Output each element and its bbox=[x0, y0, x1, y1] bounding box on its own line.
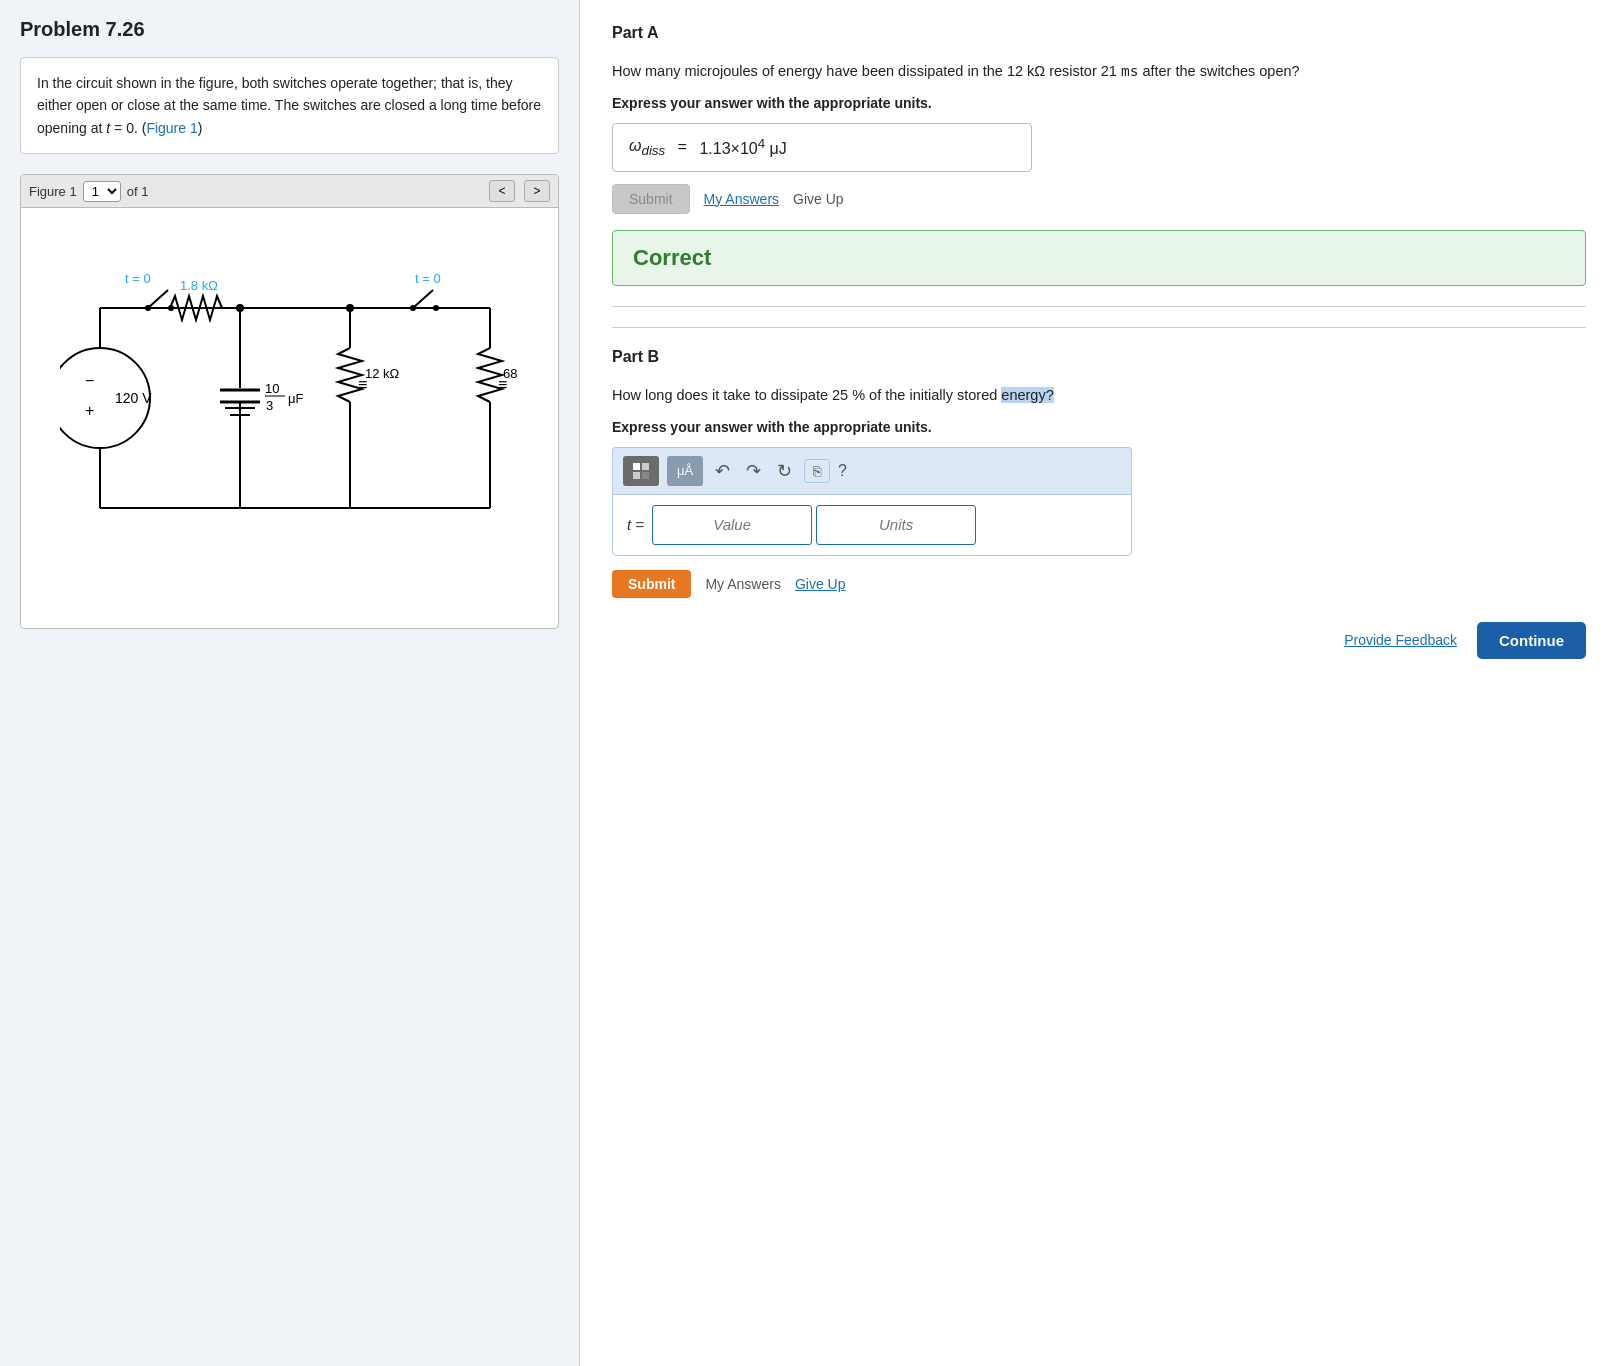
problem-description: In the circuit shown in the figure, both… bbox=[20, 57, 559, 154]
bottom-row: Provide Feedback Continue bbox=[612, 622, 1586, 659]
input-toolbar: μÅ ↶ ↷ ↻ ⎘ ? bbox=[612, 447, 1132, 494]
question-highlight: energy? bbox=[1001, 387, 1053, 403]
svg-text:1.8 kΩ: 1.8 kΩ bbox=[180, 278, 218, 293]
part-a-give-up-link[interactable]: Give Up bbox=[793, 191, 844, 207]
figure-panel: Figure 1 1 of 1 < > bbox=[20, 174, 559, 629]
svg-rect-47 bbox=[642, 472, 649, 479]
figure-label: Figure 1 bbox=[29, 184, 77, 199]
figure-prev-button[interactable]: < bbox=[489, 180, 515, 202]
part-b-header: Part B bbox=[612, 348, 1586, 370]
svg-text:120 V: 120 V bbox=[115, 390, 152, 406]
part-b-submit-button[interactable]: Submit bbox=[612, 570, 691, 598]
left-panel: Problem 7.26 In the circuit shown in the… bbox=[0, 0, 580, 1366]
svg-text:t = 0: t = 0 bbox=[415, 271, 441, 286]
part-a-instruction: Express your answer with the appropriate… bbox=[612, 95, 1586, 111]
matrix-icon-button[interactable] bbox=[623, 456, 659, 486]
refresh-button[interactable]: ↻ bbox=[773, 460, 796, 482]
mu-label: μÅ bbox=[677, 463, 693, 478]
circuit-diagram: − + 120 V 1.8 kΩ bbox=[60, 248, 520, 588]
svg-text:μF: μF bbox=[288, 391, 303, 406]
redo-button[interactable]: ↷ bbox=[742, 460, 765, 482]
svg-line-40 bbox=[413, 290, 433, 308]
part-a-actions: Submit My Answers Give Up bbox=[612, 184, 1586, 214]
keyboard-button[interactable]: ⎘ bbox=[804, 459, 830, 483]
part-b-actions: Submit My Answers Give Up bbox=[612, 570, 1586, 598]
part-b-give-up-link[interactable]: Give Up bbox=[795, 576, 846, 592]
svg-text:t = 0: t = 0 bbox=[125, 271, 151, 286]
value-input[interactable] bbox=[652, 505, 812, 545]
svg-text:≡: ≡ bbox=[498, 376, 507, 393]
answer-variable: ωdiss bbox=[629, 137, 665, 158]
figure-next-button[interactable]: > bbox=[524, 180, 550, 202]
svg-rect-44 bbox=[633, 463, 640, 470]
figure-body: − + 120 V 1.8 kΩ bbox=[21, 208, 558, 628]
t-label: t = bbox=[627, 516, 644, 533]
svg-text:−: − bbox=[85, 372, 94, 389]
figure-select[interactable]: 1 bbox=[83, 181, 121, 202]
right-panel: Part A How many microjoules of energy ha… bbox=[580, 0, 1618, 1366]
figure-header: Figure 1 1 of 1 < > bbox=[21, 175, 558, 208]
part-a-answer-box: ωdiss = 1.13×104 μJ bbox=[612, 123, 1032, 171]
part-a-section: Part A How many microjoules of energy ha… bbox=[612, 24, 1586, 286]
svg-point-16 bbox=[168, 305, 174, 311]
svg-text:+: + bbox=[85, 402, 94, 419]
svg-text:≡: ≡ bbox=[358, 376, 367, 393]
provide-feedback-link[interactable]: Provide Feedback bbox=[1344, 632, 1457, 648]
part-a-header: Part A bbox=[612, 24, 1586, 46]
answer-value: 1.13×104 μJ bbox=[699, 136, 786, 158]
keyboard-icon: ⎘ bbox=[813, 463, 821, 479]
svg-text:12 kΩ: 12 kΩ bbox=[365, 366, 400, 381]
svg-line-15 bbox=[148, 290, 168, 308]
part-b-section: Part B How long does it take to dissipat… bbox=[612, 327, 1586, 659]
description-text: In the circuit shown in the figure, both… bbox=[37, 75, 541, 136]
help-button[interactable]: ? bbox=[838, 462, 847, 480]
part-a-my-answers-link[interactable]: My Answers bbox=[704, 191, 779, 207]
correct-banner: Correct bbox=[612, 230, 1586, 286]
answer-equals: = bbox=[673, 138, 691, 156]
svg-rect-45 bbox=[642, 463, 649, 470]
divider bbox=[612, 306, 1586, 307]
units-input[interactable] bbox=[816, 505, 976, 545]
continue-button[interactable]: Continue bbox=[1477, 622, 1586, 659]
svg-text:10: 10 bbox=[265, 381, 279, 396]
part-b-instruction: Express your answer with the appropriate… bbox=[612, 419, 1586, 435]
undo-button[interactable]: ↶ bbox=[711, 460, 734, 482]
mu-button[interactable]: μÅ bbox=[667, 456, 703, 486]
figure1-link[interactable]: Figure 1 bbox=[146, 120, 197, 136]
part-a-submit-button[interactable]: Submit bbox=[612, 184, 690, 214]
part-a-question: How many microjoules of energy have been… bbox=[612, 60, 1586, 83]
part-b-my-answers-link[interactable]: My Answers bbox=[705, 576, 780, 592]
svg-rect-46 bbox=[633, 472, 640, 479]
input-fields-row: t = bbox=[612, 494, 1132, 556]
svg-text:3: 3 bbox=[266, 398, 273, 413]
part-b-question: How long does it take to dissipate 25 % … bbox=[612, 384, 1586, 407]
problem-title: Problem 7.26 bbox=[20, 18, 559, 41]
figure-of: of 1 bbox=[127, 184, 149, 199]
